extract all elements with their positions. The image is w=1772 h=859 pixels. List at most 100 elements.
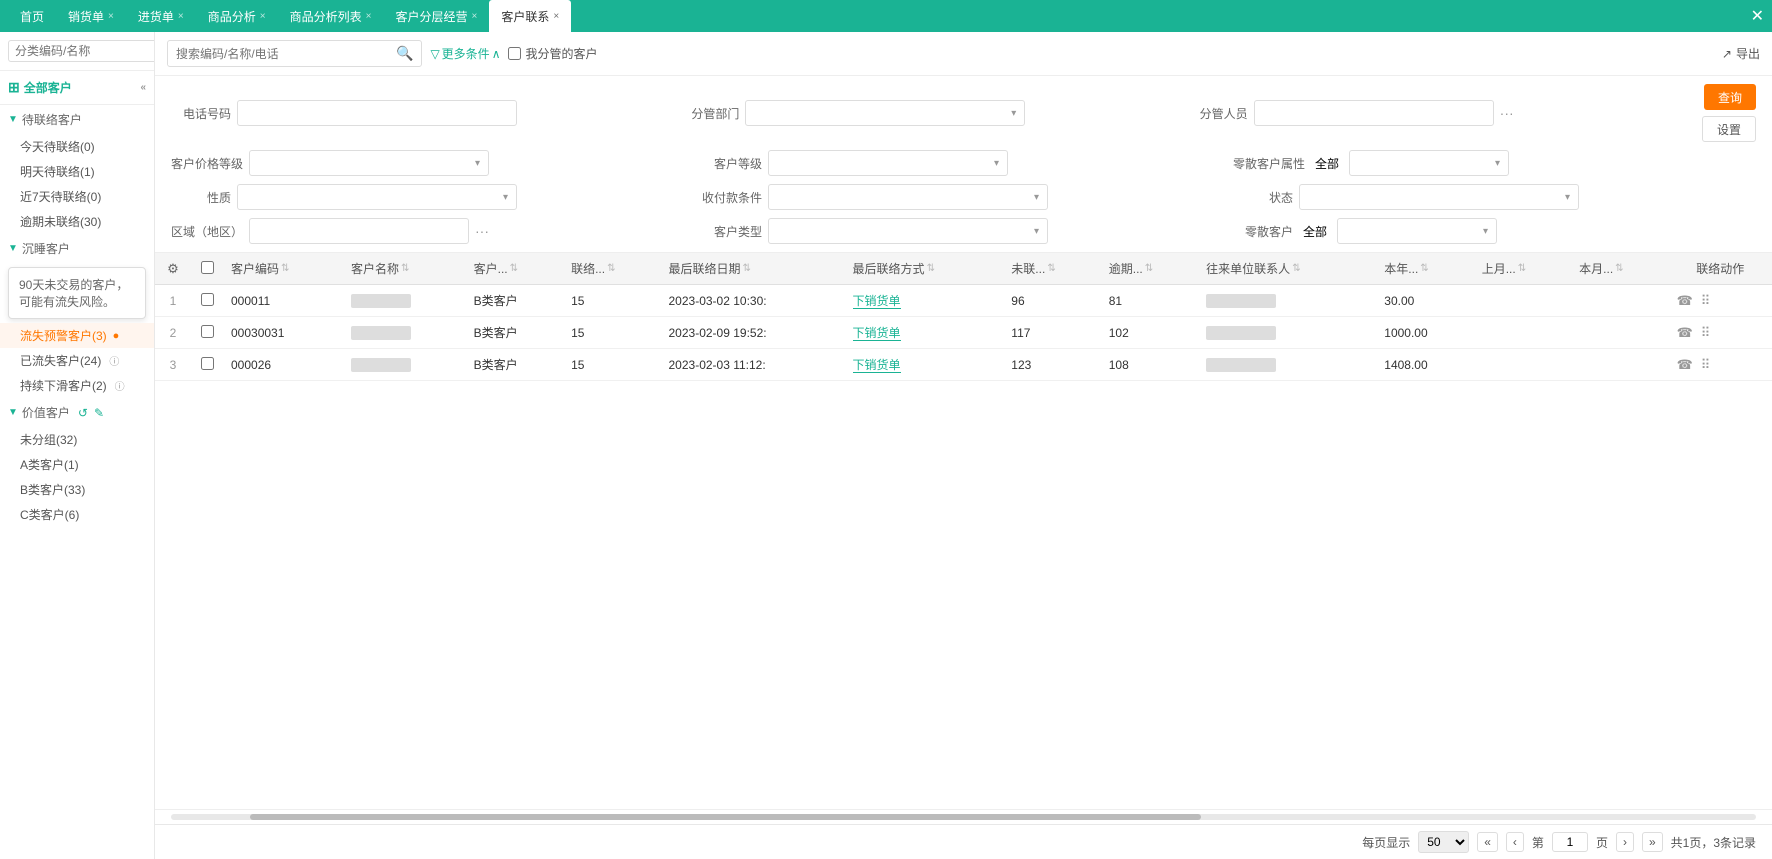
row2-name-blurred (351, 326, 411, 340)
table-settings-icon[interactable]: ⚙ (167, 261, 179, 276)
filter-price-level-arrow: ▾ (475, 158, 480, 169)
last-page-button[interactable]: » (1642, 832, 1663, 852)
filter-customer-level-select[interactable]: ▾ (768, 150, 1008, 176)
row2-contact-icon[interactable]: ☎ (1677, 325, 1693, 341)
sidebar-item-7day-contact[interactable]: 近7天待联络(0) (0, 184, 154, 209)
th-uncontacted-sort[interactable]: ⇅ (1047, 263, 1055, 274)
next-page-button[interactable]: › (1616, 832, 1634, 852)
th-last-month-sort[interactable]: ⇅ (1518, 263, 1526, 274)
filter-row-4: 区域（地区） ··· 客户类型 ▾ 零散客户 全部 ▾ (171, 218, 1756, 244)
filter-zero-attr-select[interactable]: ▾ (1349, 150, 1509, 176)
row2-more-icon[interactable]: ⠿ (1701, 325, 1711, 341)
row1-name (343, 285, 466, 317)
tab-sales-close[interactable]: × (108, 11, 114, 22)
filter-nature-select[interactable]: ▾ (237, 184, 517, 210)
row3-more-icon[interactable]: ⠿ (1701, 357, 1711, 373)
tab-home[interactable]: 首页 (8, 0, 56, 32)
th-contacts-sort[interactable]: ⇅ (1292, 263, 1300, 274)
sidebar-group-value[interactable]: ▼ 价值客户 ↺ ✎ (0, 398, 154, 427)
sidebar-item-class-b[interactable]: B类客户(33) (0, 477, 154, 502)
filter-payment-select[interactable]: ▾ (768, 184, 1048, 210)
sidebar-item-ungrouped[interactable]: 未分组(32) (0, 427, 154, 452)
my-customers-checkbox[interactable] (508, 47, 521, 60)
sidebar-item-tomorrow-contact[interactable]: 明天待联络(1) (0, 159, 154, 184)
filter-status-select[interactable]: ▾ (1299, 184, 1579, 210)
row2-checkbox[interactable] (201, 325, 214, 338)
filter-dept-select[interactable]: ▾ (745, 100, 1025, 126)
prev-page-button[interactable]: ‹ (1506, 832, 1524, 852)
page-number-input[interactable] (1552, 832, 1588, 852)
tab-customer-layer[interactable]: 客户分层经营 × (383, 0, 489, 32)
filter-price-level-select[interactable]: ▾ (249, 150, 489, 176)
tab-product-analysis-list-close[interactable]: × (366, 11, 372, 22)
7day-contact-label: 近7天待联络(0) (20, 188, 101, 205)
filter-zero-customer-select[interactable]: ▾ (1337, 218, 1497, 244)
value-edit-icon[interactable]: ✎ (94, 406, 104, 420)
tab-sales[interactable]: 销货单 × (56, 0, 126, 32)
per-page-select[interactable]: 50 100 200 (1418, 831, 1469, 853)
value-refresh-icon[interactable]: ↺ (78, 406, 88, 420)
sidebar-item-today-contact[interactable]: 今天待联络(0) (0, 134, 154, 159)
tab-product-analysis-list[interactable]: 商品分析列表 × (278, 0, 384, 32)
row1-more-icon[interactable]: ⠿ (1701, 293, 1711, 309)
th-ctype-sort[interactable]: ⇅ (510, 263, 518, 274)
filter-person-more-icon[interactable]: ··· (1500, 105, 1514, 121)
more-filter-button[interactable]: ▽ 更多条件 ∧ (430, 45, 500, 62)
horizontal-scrollbar-thumb[interactable] (250, 814, 1201, 820)
class-a-label: A类客户(1) (20, 456, 79, 473)
th-last-date-sort[interactable]: ⇅ (743, 263, 751, 274)
tab-product-analysis-close[interactable]: × (260, 11, 266, 22)
row1-contact-icon[interactable]: ☎ (1677, 293, 1693, 309)
sidebar-group-pending[interactable]: ▼ 待联络客户 (0, 105, 154, 134)
filter-customer-type-select[interactable]: ▾ (768, 218, 1048, 244)
row3-contact-icon[interactable]: ☎ (1677, 357, 1693, 373)
sidebar-item-churn-warning[interactable]: 流失预警客户(3) ● (0, 323, 154, 348)
th-overdue-sort[interactable]: ⇅ (1145, 263, 1153, 274)
th-last-type-sort[interactable]: ⇅ (927, 263, 935, 274)
filter-region-input[interactable] (249, 218, 469, 244)
main-search-button[interactable]: 🔍 (388, 41, 421, 66)
tab-customer-layer-close[interactable]: × (471, 11, 477, 22)
select-all-checkbox[interactable] (201, 261, 214, 274)
all-customers-item[interactable]: ⊞ 全部客户 « (0, 71, 154, 105)
class-b-label: B类客户(33) (20, 481, 85, 498)
window-close-button[interactable]: ✕ (1751, 6, 1764, 26)
set-button[interactable]: 设置 (1702, 116, 1756, 142)
filter-region: 区域（地区） ··· (171, 218, 694, 244)
filter-status: 状态 ▾ (1233, 184, 1756, 210)
tab-product-analysis[interactable]: 商品分析 × (196, 0, 278, 32)
row3-contact-type-link[interactable]: 下销货单 (853, 358, 901, 373)
filter-person-input[interactable] (1254, 100, 1494, 126)
tab-customer-contact[interactable]: 客户联系 × (489, 0, 571, 32)
category-search-input[interactable] (8, 40, 155, 62)
filter-region-more-icon[interactable]: ··· (475, 223, 489, 239)
sidebar-group-dormant[interactable]: ▼ 沉睡客户 (0, 234, 154, 263)
tab-purchase[interactable]: 进货单 × (126, 0, 196, 32)
th-this-year-sort[interactable]: ⇅ (1420, 263, 1428, 274)
row2-contact-type-link[interactable]: 下销货单 (853, 326, 901, 341)
sidebar-item-declining[interactable]: 持续下滑客户(2) ⓘ (0, 373, 154, 398)
th-this-month-sort[interactable]: ⇅ (1615, 263, 1623, 274)
tab-purchase-close[interactable]: × (178, 11, 184, 22)
sidebar-item-class-a[interactable]: A类客户(1) (0, 452, 154, 477)
row3-checkbox[interactable] (201, 357, 214, 370)
filter-phone-input[interactable] (237, 100, 517, 126)
th-contact-count-sort[interactable]: ⇅ (607, 263, 615, 274)
row1-contact-type-link[interactable]: 下销货单 (853, 294, 901, 309)
top-tab-bar: 首页 销货单 × 进货单 × 商品分析 × 商品分析列表 × 客户分层经营 × … (0, 0, 1772, 32)
th-code-sort[interactable]: ⇅ (281, 263, 289, 274)
query-button[interactable]: 查询 (1704, 84, 1756, 110)
sidebar-item-churned[interactable]: 已流失客户(24) ⓘ (0, 348, 154, 373)
tab-customer-contact-close[interactable]: × (553, 11, 559, 22)
first-page-button[interactable]: « (1477, 832, 1498, 852)
th-name-sort[interactable]: ⇅ (401, 263, 409, 274)
main-search-input[interactable] (168, 43, 388, 65)
row1-checkbox[interactable] (201, 293, 214, 306)
export-button[interactable]: ↗ 导出 (1722, 45, 1760, 62)
horizontal-scrollbar[interactable] (171, 814, 1756, 820)
row2-num: 2 (155, 317, 191, 349)
sidebar-item-class-c[interactable]: C类客户(6) (0, 502, 154, 527)
my-customers-filter[interactable]: 我分管的客户 (508, 45, 597, 62)
sidebar-item-overdue-contact[interactable]: 逾期未联络(30) (0, 209, 154, 234)
collapse-arrow-icon[interactable]: « (140, 82, 146, 93)
